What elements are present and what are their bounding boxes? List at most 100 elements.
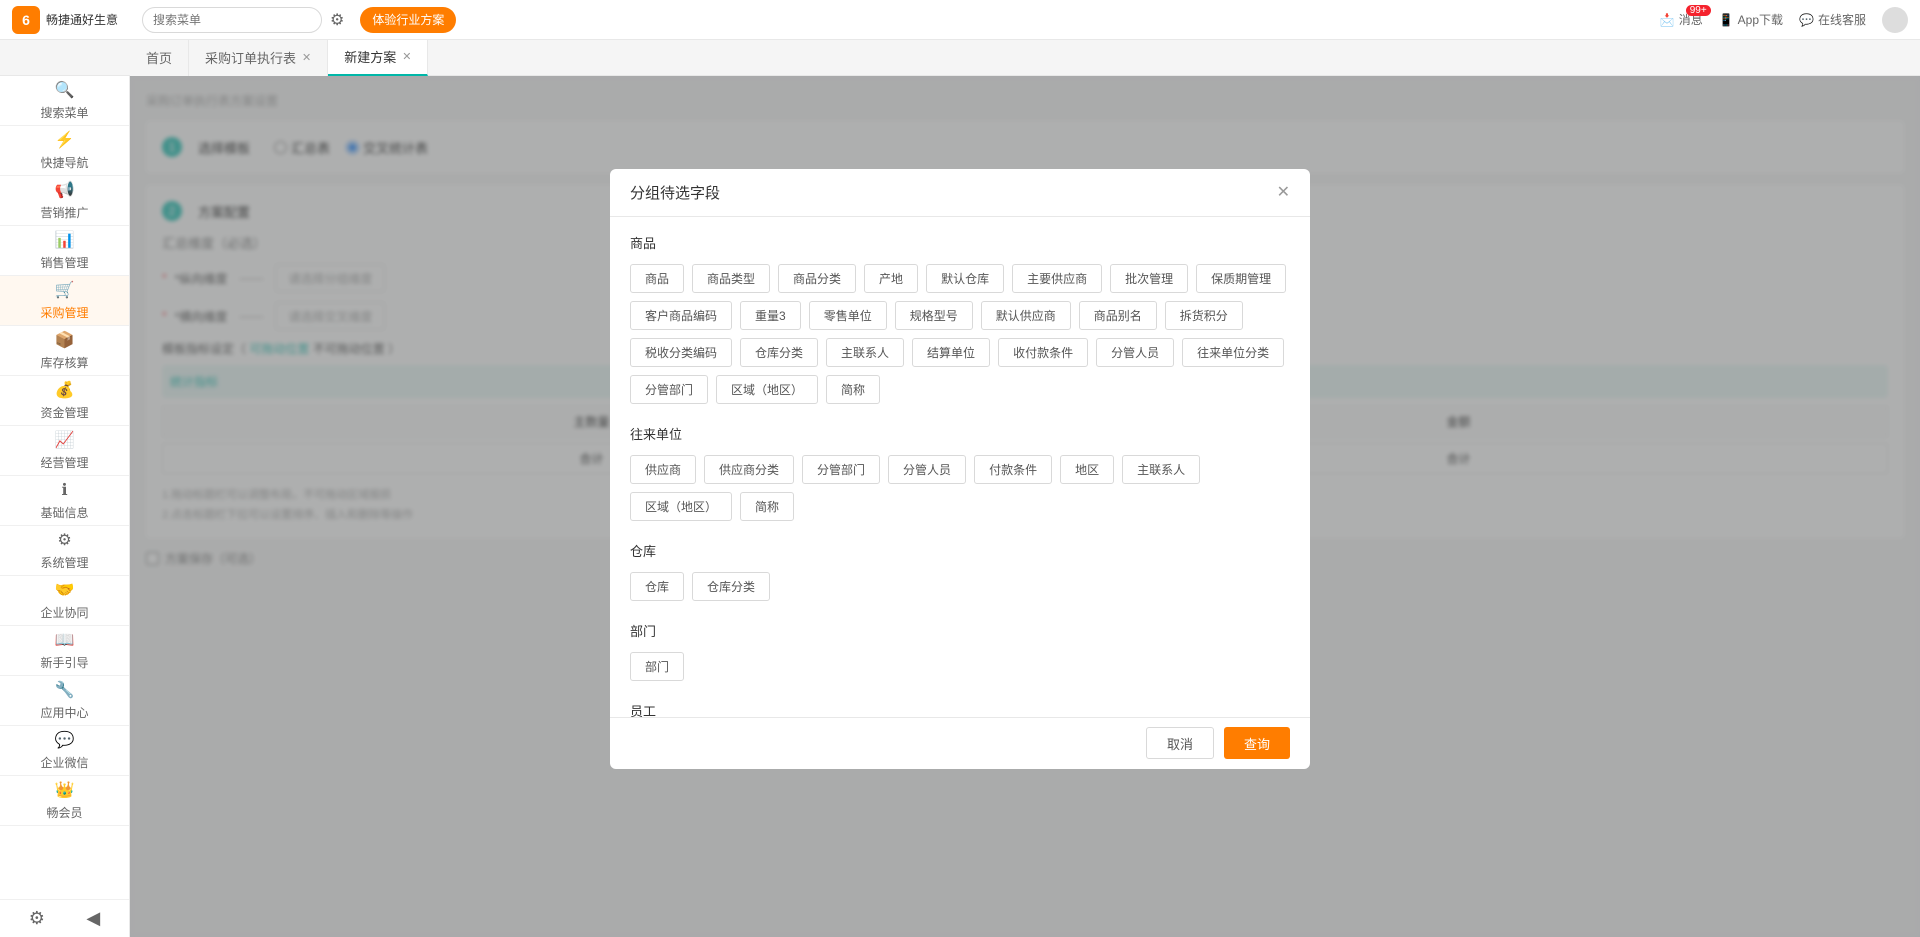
sidebar-label-marketing: 营销推广 [40,204,88,221]
shortcut-icon: ⚡ [55,130,75,150]
mgmt-icon: 📈 [55,430,75,450]
online-service[interactable]: 💬在线客服 [1799,11,1866,28]
field-tag[interactable]: 主联系人 [826,338,904,367]
experience-btn[interactable]: 体验行业方案 [360,7,456,33]
field-tag[interactable]: 批次管理 [1110,264,1188,293]
field-tag[interactable]: 仓库 [630,572,684,601]
sidebar: 🔍 搜索菜单 ⚡ 快捷导航 📢 营销推广 📊 销售管理 🛒 采购管理 📦 库存核… [0,76,130,937]
field-tag[interactable]: 商品类型 [692,264,770,293]
sidebar-item-purchase[interactable]: 🛒 采购管理 [0,276,129,326]
sidebar-item-member[interactable]: 👑 畅会员 [0,776,129,826]
system-icon: ⚙ [57,530,71,550]
sidebar-item-collab[interactable]: 🤝 企业协同 [0,576,129,626]
field-tags: 仓库仓库分类 [630,572,1290,601]
message-icon: 📩 [1660,13,1675,27]
field-section-员工: 员工业务员 [630,701,1290,717]
field-tag[interactable]: 主联系人 [1122,455,1200,484]
sidebar-label-mgmt: 经营管理 [40,454,88,471]
sidebar-label-inventory: 库存核算 [40,354,88,371]
field-tag[interactable]: 仓库分类 [740,338,818,367]
section-title: 员工 [630,701,1290,717]
field-tag[interactable]: 商品 [630,264,684,293]
field-tag[interactable]: 税收分类编码 [630,338,732,367]
field-tag[interactable]: 付款条件 [974,455,1052,484]
field-section-部门: 部门部门 [630,621,1290,681]
sidebar-item-sales[interactable]: 📊 销售管理 [0,226,129,276]
confirm-btn[interactable]: 查询 [1224,727,1290,759]
field-tag[interactable]: 往来单位分类 [1182,338,1284,367]
field-tag[interactable]: 默认供应商 [981,301,1071,330]
cancel-btn[interactable]: 取消 [1146,727,1214,759]
field-tag[interactable]: 地区 [1060,455,1114,484]
sidebar-item-guide[interactable]: 📖 新手引导 [0,626,129,676]
sidebar-item-system[interactable]: ⚙ 系统管理 [0,526,129,576]
field-section-商品: 商品商品商品类型商品分类产地默认仓库主要供应商批次管理保质期管理客户商品编码重量… [630,233,1290,404]
sidebar-item-search[interactable]: 🔍 搜索菜单 [0,76,129,126]
sidebar-item-marketing[interactable]: 📢 营销推广 [0,176,129,226]
field-tag[interactable]: 零售单位 [809,301,887,330]
field-tag[interactable]: 拆货积分 [1165,301,1243,330]
sidebar-label-finance: 资金管理 [40,404,88,421]
bottom-settings-icon[interactable]: ⚙ [29,908,45,929]
field-tag[interactable]: 主要供应商 [1012,264,1102,293]
tab-home[interactable]: 首页 [130,40,189,76]
sidebar-label-basic: 基础信息 [40,504,88,521]
logo-icon: 6 [12,6,40,34]
field-tag[interactable]: 商品分类 [778,264,856,293]
sidebar-item-inventory[interactable]: 📦 库存核算 [0,326,129,376]
user-avatar[interactable] [1882,7,1908,33]
field-tag[interactable]: 规格型号 [895,301,973,330]
sidebar-item-app[interactable]: 🔧 应用中心 [0,676,129,726]
sidebar-item-wechat[interactable]: 💬 企业微信 [0,726,129,776]
wechat-icon: 💬 [55,730,75,750]
sidebar-label-wechat: 企业微信 [40,754,88,771]
field-tag[interactable]: 分管部门 [802,455,880,484]
sidebar-item-basic[interactable]: ℹ 基础信息 [0,476,129,526]
field-tag[interactable]: 分管人员 [1096,338,1174,367]
sidebar-item-shortcut[interactable]: ⚡ 快捷导航 [0,126,129,176]
field-tag[interactable]: 简称 [826,375,880,404]
sidebar-label-member: 畅会员 [46,804,82,821]
field-tag[interactable]: 保质期管理 [1196,264,1286,293]
purchase-icon: 🛒 [55,280,75,300]
search-input[interactable] [142,7,322,33]
field-tag[interactable]: 简称 [740,492,794,521]
field-tag[interactable]: 收付款条件 [998,338,1088,367]
modal-title: 分组待选字段 [630,182,1277,203]
section-title: 部门 [630,621,1290,640]
field-tag[interactable]: 默认仓库 [926,264,1004,293]
tab-new-plan-label: 新建方案 [344,47,396,66]
field-tag[interactable]: 结算单位 [912,338,990,367]
tab-bar: 首页 采购订单执行表 ✕ 新建方案 ✕ [0,40,1920,76]
bottom-collapse-icon[interactable]: ◀ [86,908,100,929]
tab-purchase-close[interactable]: ✕ [302,51,311,64]
field-tag[interactable]: 区域（地区） [630,492,732,521]
field-tags: 供应商供应商分类分管部门分管人员付款条件地区主联系人区域（地区） 简称 [630,455,1290,521]
sidebar-item-finance[interactable]: 💰 资金管理 [0,376,129,426]
sidebar-item-mgmt[interactable]: 📈 经营管理 [0,426,129,476]
field-tag[interactable]: 供应商 [630,455,696,484]
field-tag[interactable]: 供应商分类 [704,455,794,484]
field-tag[interactable]: 客户商品编码 [630,301,732,330]
field-tag[interactable]: 区域（地区） [716,375,818,404]
field-section-往来单位: 往来单位供应商供应商分类分管部门分管人员付款条件地区主联系人区域（地区）简称 [630,424,1290,521]
tab-new-plan[interactable]: 新建方案 ✕ [328,40,428,76]
field-tag[interactable]: 部门 [630,652,684,681]
field-select-modal: 分组待选字段 ✕ 商品商品商品类型商品分类产地默认仓库主要供应商批次管理保质期管… [610,169,1310,769]
sidebar-label-sales: 销售管理 [40,254,88,271]
collab-icon: 🤝 [55,580,75,600]
app-download[interactable]: 📱App下载 [1719,11,1783,28]
field-tag[interactable]: 商品别名 [1079,301,1157,330]
field-section-仓库: 仓库仓库仓库分类 [630,541,1290,601]
message-area[interactable]: 📩 99+ 消息 [1660,11,1703,28]
field-tag[interactable]: 产地 [864,264,918,293]
tab-new-plan-close[interactable]: ✕ [402,50,411,63]
field-tag[interactable]: 分管人员 [888,455,966,484]
field-tag[interactable]: 仓库分类 [692,572,770,601]
settings-icon[interactable]: ⚙ [330,10,344,30]
field-tag[interactable]: 重量3 [740,301,801,330]
sales-icon: 📊 [55,230,75,250]
modal-close-btn[interactable]: ✕ [1277,182,1290,202]
field-tag[interactable]: 分管部门 [630,375,708,404]
tab-purchase-exec[interactable]: 采购订单执行表 ✕ [189,40,328,76]
